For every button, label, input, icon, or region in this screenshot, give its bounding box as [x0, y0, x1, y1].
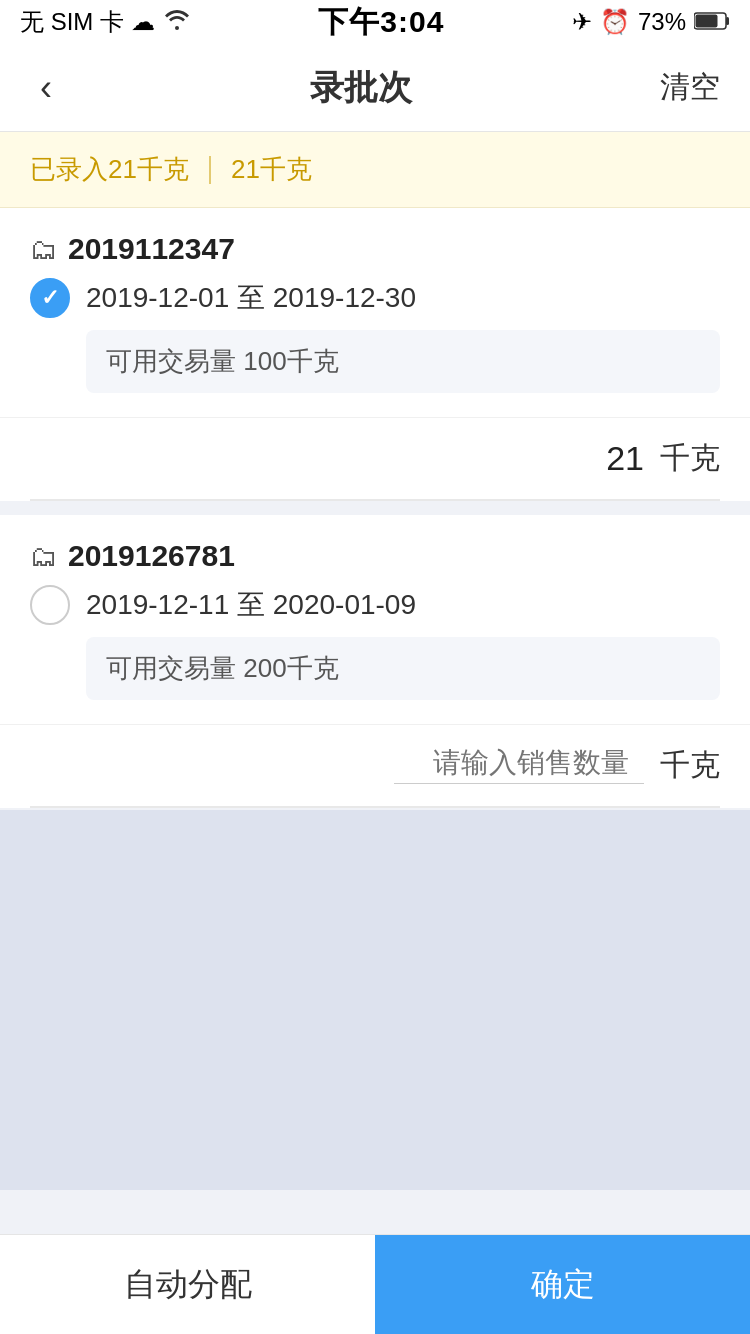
- svg-rect-2: [695, 15, 717, 28]
- input-underline-2: [394, 747, 644, 784]
- quantity-input-2[interactable]: [394, 747, 644, 779]
- batch-card-1: 🗂 2019112347 2019-12-01 至 2019-12-30 可用交…: [0, 208, 750, 501]
- quantity-row-1: 21 千克: [0, 417, 750, 499]
- quantity-unit-1: 千克: [660, 438, 720, 479]
- alarm-icon: ⏰: [600, 8, 630, 36]
- confirm-button[interactable]: 确定: [375, 1235, 750, 1334]
- section-sep-1: [30, 499, 720, 501]
- quantity-value-1: 21: [606, 439, 644, 478]
- status-time: 下午3:04: [318, 2, 444, 43]
- batch-row-2: 2019-12-11 至 2020-01-09: [30, 585, 720, 625]
- info-divider: [209, 156, 211, 184]
- sim-label: 无 SIM 卡 ☁: [20, 6, 155, 38]
- avail-box-1: 可用交易量 100千克: [86, 330, 720, 393]
- info-banner: 已录入21千克 21千克: [0, 132, 750, 208]
- clear-button[interactable]: 清空: [660, 67, 720, 108]
- batch-id-icon-2: 🗂: [30, 540, 58, 573]
- batch-id-2: 2019126781: [68, 539, 235, 573]
- batch-id-icon-1: 🗂: [30, 233, 58, 266]
- status-left: 无 SIM 卡 ☁: [20, 6, 191, 38]
- batch-date-1: 2019-12-01 至 2019-12-30: [86, 279, 416, 317]
- input-area-2: 千克: [0, 724, 750, 806]
- batch-card-2: 🗂 2019126781 2019-12-11 至 2020-01-09 可用交…: [0, 515, 750, 808]
- battery-icon: [694, 8, 730, 36]
- info-value: 21千克: [231, 152, 312, 187]
- section-sep-2: [30, 806, 720, 808]
- back-button[interactable]: ‹: [30, 57, 62, 119]
- location-icon: ✈: [572, 8, 592, 36]
- avail-box-2: 可用交易量 200千克: [86, 637, 720, 700]
- wifi-icon: [163, 8, 191, 36]
- batch-row-1: 2019-12-01 至 2019-12-30: [30, 278, 720, 318]
- batch-header-1: 🗂 2019112347: [30, 232, 720, 266]
- nav-bar: ‹ 录批次 清空: [0, 44, 750, 132]
- batch-item-2: 🗂 2019126781 2019-12-11 至 2020-01-09 可用交…: [0, 515, 750, 724]
- status-bar: 无 SIM 卡 ☁ 下午3:04 ✈ ⏰ 73%: [0, 0, 750, 44]
- bottom-bar: 自动分配 确定: [0, 1234, 750, 1334]
- radio-2[interactable]: [30, 585, 70, 625]
- auto-distribute-button[interactable]: 自动分配: [0, 1235, 375, 1334]
- unit-label-2: 千克: [660, 745, 720, 786]
- gray-area: [0, 810, 750, 1190]
- radio-1[interactable]: [30, 278, 70, 318]
- batch-header-2: 🗂 2019126781: [30, 539, 720, 573]
- svg-rect-1: [726, 17, 729, 25]
- status-right: ✈ ⏰ 73%: [572, 8, 730, 36]
- batch-item-1: 🗂 2019112347 2019-12-01 至 2019-12-30 可用交…: [0, 208, 750, 417]
- battery-label: 73%: [638, 8, 686, 36]
- batch-date-2: 2019-12-11 至 2020-01-09: [86, 586, 416, 624]
- batch-id-1: 2019112347: [68, 232, 235, 266]
- page-title: 录批次: [310, 65, 412, 111]
- info-label: 已录入21千克: [30, 152, 189, 187]
